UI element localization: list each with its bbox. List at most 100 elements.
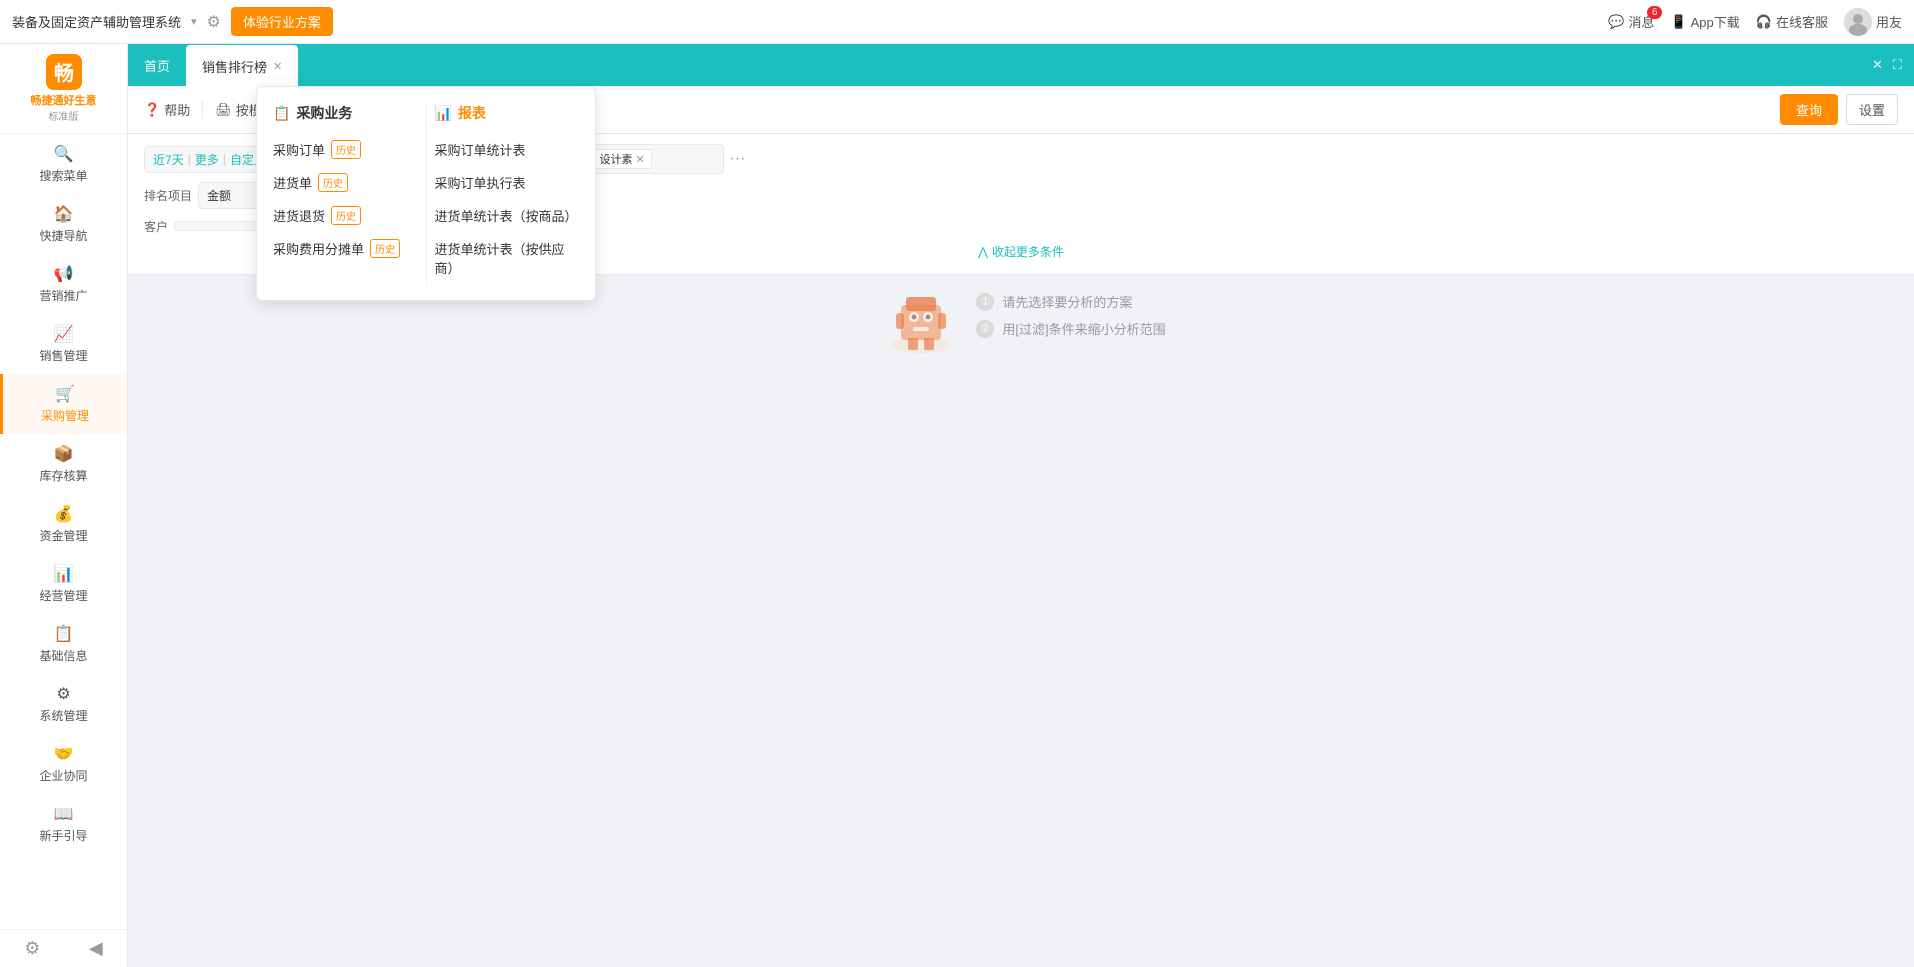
inventory-icon: 📦 bbox=[54, 444, 74, 464]
message-btn[interactable]: 💬 消息 6 bbox=[1608, 12, 1654, 31]
dropdown-item-incoming-product[interactable]: 进货单统计表（按商品） bbox=[435, 199, 580, 232]
online-service-label: 在线客服 bbox=[1776, 12, 1828, 31]
dropdown-item-incoming-supplier[interactable]: 进货单统计表（按供应商） bbox=[435, 232, 580, 284]
sidebar-item-operation[interactable]: 📊 经营管理 bbox=[0, 554, 127, 614]
header-nav: 首页 销售排行榜 ✕ ✕ ⛶ bbox=[128, 44, 1914, 86]
order-stat-label: 采购订单统计表 bbox=[435, 140, 526, 159]
dropdown-col2-title: 📊 报表 bbox=[435, 103, 580, 123]
svg-text:畅: 畅 bbox=[54, 61, 74, 85]
empty-hint-2-text: 用[过滤]条件来缩小分析范围 bbox=[1002, 319, 1165, 338]
industry-btn[interactable]: 体验行业方案 bbox=[231, 7, 333, 36]
top-bar: 装备及固定资产辅助管理系统 ▾ ⚙ 体验行业方案 💬 消息 6 📱 App下载 … bbox=[0, 0, 1914, 44]
home-icon: 🏠 bbox=[54, 204, 74, 224]
sidebar-item-label-search: 搜索菜单 bbox=[39, 167, 87, 184]
sidebar-item-basic[interactable]: 📋 基础信息 bbox=[0, 614, 127, 674]
goods-control[interactable]: 设计素 ✕ bbox=[584, 144, 724, 174]
tab-sales-ranking[interactable]: 销售排行榜 ✕ bbox=[186, 45, 298, 87]
empty-icon bbox=[876, 275, 956, 355]
user-name-label: 用友 bbox=[1876, 12, 1902, 31]
app-download-btn[interactable]: 📱 App下载 bbox=[1670, 12, 1739, 31]
sidebar-item-marketing[interactable]: 📢 营销推广 bbox=[0, 254, 127, 314]
message-badge-wrap: 消息 6 bbox=[1628, 12, 1654, 31]
sidebar-item-label-marketing: 营销推广 bbox=[39, 287, 87, 304]
main-area: 畅 畅捷通好生意 标准版 🔍 搜索菜单 🏠 快捷导航 📢 bbox=[0, 44, 1914, 967]
user-menu-btn[interactable]: 用友 bbox=[1844, 8, 1902, 36]
goods-filter-dots[interactable]: ··· bbox=[730, 150, 746, 168]
sidebar-item-inventory[interactable]: 📦 库存核算 bbox=[0, 434, 127, 494]
sidebar-item-sales[interactable]: 📈 销售管理 bbox=[0, 314, 127, 374]
sidebar-item-label-collab: 企业协同 bbox=[39, 767, 87, 784]
basic-icon: 📋 bbox=[54, 624, 74, 644]
search-icon: 🔍 bbox=[54, 144, 74, 164]
online-service-btn[interactable]: 🎧 在线客服 bbox=[1756, 12, 1828, 31]
empty-text: ① 请先选择要分析的方案 ② 用[过滤]条件来缩小分析范围 bbox=[976, 292, 1165, 338]
logo-app-name: 畅捷通好生意 标准版 bbox=[0, 92, 127, 123]
avatar bbox=[1844, 8, 1872, 36]
collapse-btn[interactable]: ⋀ 收起更多条件 bbox=[978, 243, 1064, 260]
sidebar-item-system[interactable]: ⚙ 系统管理 bbox=[0, 674, 127, 734]
sidebar-item-label-basic: 基础信息 bbox=[39, 647, 87, 664]
query-btn[interactable]: 查询 bbox=[1780, 94, 1838, 125]
sales-icon: 📈 bbox=[54, 324, 74, 344]
help-btn[interactable]: ❓ 帮助 bbox=[144, 100, 190, 119]
sidebar-item-search[interactable]: 🔍 搜索菜单 bbox=[0, 134, 127, 194]
sidebar-item-label-operation: 经营管理 bbox=[39, 587, 87, 604]
dropdown-arrow-icon[interactable]: ▾ bbox=[191, 15, 197, 28]
sidebar-item-label-sales: 销售管理 bbox=[39, 347, 87, 364]
dropdown-item-purchase-order[interactable]: 采购订单 历史 bbox=[273, 133, 418, 166]
help-label: 帮助 bbox=[164, 100, 190, 119]
system-icon: ⚙ bbox=[56, 684, 70, 704]
collab-icon: 🤝 bbox=[54, 744, 74, 764]
collapse-icon: ⋀ bbox=[978, 245, 988, 259]
collapse-label: 收起更多条件 bbox=[992, 243, 1064, 260]
window-maximize-icon[interactable]: ⛶ bbox=[1893, 57, 1902, 73]
sidebar-item-collab[interactable]: 🤝 企业协同 bbox=[0, 734, 127, 794]
dropdown-item-order-exec[interactable]: 采购订单执行表 bbox=[435, 166, 580, 199]
dropdown-menu: 📋 采购业务 采购订单 历史 进货单 历史 进货退货 bbox=[256, 86, 596, 301]
tab-home-label: 首页 bbox=[144, 56, 170, 75]
sidebar-item-purchase[interactable]: 🛒 采购管理 bbox=[0, 374, 127, 434]
tab-home[interactable]: 首页 bbox=[128, 44, 186, 86]
dropdown-item-incoming[interactable]: 进货单 历史 bbox=[273, 166, 418, 199]
incoming-product-label: 进货单统计表（按商品） bbox=[435, 206, 578, 225]
dropdown-col-business: 📋 采购业务 采购订单 历史 进货单 历史 进货退货 bbox=[273, 103, 418, 284]
order-exec-label: 采购订单执行表 bbox=[435, 173, 526, 192]
message-count: 6 bbox=[1647, 6, 1663, 19]
sidebar-item-guide[interactable]: 📖 新手引导 bbox=[0, 794, 127, 854]
expense-label: 采购费用分摊单 bbox=[273, 239, 364, 258]
date-option-more[interactable]: 更多 bbox=[195, 151, 219, 168]
incoming-supplier-label: 进货单统计表（按供应商） bbox=[435, 239, 580, 277]
logo-subtitle: 标准版 bbox=[0, 108, 127, 123]
dropdown-item-order-stat[interactable]: 采购订单统计表 bbox=[435, 133, 580, 166]
phone-icon: 📱 bbox=[1670, 14, 1686, 30]
sidebar-item-label-guide: 新手引导 bbox=[39, 827, 87, 844]
sidebar-collapse-icon[interactable]: ◀ bbox=[89, 938, 103, 959]
dropdown-item-return[interactable]: 进货退货 历史 bbox=[273, 199, 418, 232]
goods-tag-remove[interactable]: ✕ bbox=[636, 153, 645, 166]
sidebar-item-nav[interactable]: 🏠 快捷导航 bbox=[0, 194, 127, 254]
dropdown-item-expense[interactable]: 采购费用分摊单 历史 bbox=[273, 232, 418, 265]
guide-icon: 📖 bbox=[54, 804, 74, 824]
sidebar-item-label-system: 系统管理 bbox=[39, 707, 87, 724]
window-close-icon[interactable]: ✕ bbox=[1872, 57, 1883, 73]
sidebar-item-finance[interactable]: 💰 资金管理 bbox=[0, 494, 127, 554]
settings-btn[interactable]: 设置 bbox=[1846, 94, 1898, 125]
help-icon: ❓ bbox=[144, 102, 160, 118]
sidebar-item-label-nav: 快捷导航 bbox=[39, 227, 87, 244]
sidebar-settings-icon[interactable]: ⚙ bbox=[24, 938, 40, 959]
col1-icon: 📋 bbox=[273, 105, 290, 122]
incoming-label: 进货单 bbox=[273, 173, 312, 192]
history-badge-2: 历史 bbox=[331, 206, 361, 225]
action-btns: 查询 设置 bbox=[1780, 94, 1898, 125]
ranking-label: 排名项目 bbox=[144, 187, 192, 204]
dropdown-col-report: 📊 报表 采购订单统计表 采购订单执行表 进货单统计表（按商品） bbox=[435, 103, 580, 284]
empty-hint-1: ① 请先选择要分析的方案 bbox=[976, 292, 1165, 311]
gear-icon[interactable]: ⚙ bbox=[207, 12, 221, 32]
purchase-order-label: 采购订单 bbox=[273, 140, 325, 159]
purchase-icon: 🛒 bbox=[55, 384, 75, 404]
sidebar-item-label-inventory: 库存核算 bbox=[39, 467, 87, 484]
date-option-7days[interactable]: 近7天 bbox=[153, 151, 184, 168]
sidebar-logo: 畅 畅捷通好生意 标准版 bbox=[0, 44, 127, 134]
tab-close-icon[interactable]: ✕ bbox=[273, 60, 282, 73]
empty-state: ① 请先选择要分析的方案 ② 用[过滤]条件来缩小分析范围 bbox=[876, 275, 1165, 355]
